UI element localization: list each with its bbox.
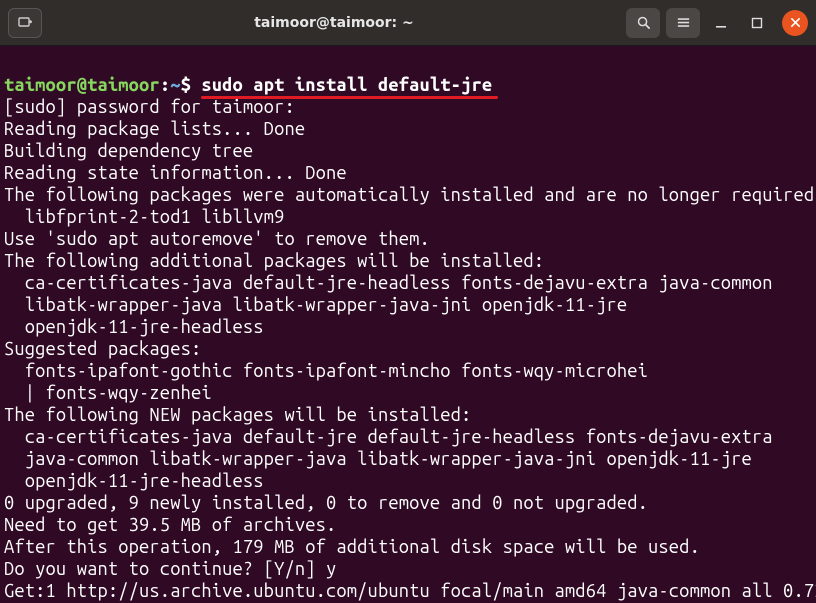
output-line: ca-certificates-java default-jre-headles… (4, 273, 773, 293)
prompt-user-host: taimoor@taimoor (4, 75, 160, 95)
terminal-viewport[interactable]: taimoor@taimoor:~$ sudo apt install defa… (0, 46, 816, 603)
output-line: The following additional packages will b… (4, 251, 544, 271)
prompt-colon: : (160, 75, 170, 95)
output-line: The following NEW packages will be insta… (4, 405, 471, 425)
hamburger-icon (676, 15, 691, 30)
minimize-button[interactable] (706, 8, 736, 38)
output-line: Use 'sudo apt autoremove' to remove them… (4, 229, 430, 249)
maximize-icon (751, 17, 763, 29)
output-line: | fonts-wqy-zenhei (4, 383, 212, 403)
window-controls (626, 8, 808, 38)
output-line: Get:1 http://us.archive.ubuntu.com/ubunt… (4, 581, 816, 601)
window-title: taimoor@taimoor: ~ (42, 15, 626, 31)
close-icon (790, 17, 801, 28)
new-tab-icon (17, 15, 33, 31)
search-icon (636, 15, 651, 30)
output-line: Do you want to continue? [Y/n] y (4, 559, 336, 579)
output-line: Need to get 39.5 MB of archives. (4, 515, 336, 535)
new-tab-button[interactable] (8, 8, 42, 38)
output-line: Building dependency tree (4, 141, 253, 161)
output-line: Reading state information... Done (4, 163, 347, 183)
command-text: sudo apt install default-jre (201, 75, 492, 95)
output-line: After this operation, 179 MB of addition… (4, 537, 700, 557)
output-line: libatk-wrapper-java libatk-wrapper-java-… (4, 295, 627, 315)
annotation-underline (201, 96, 498, 99)
maximize-button[interactable] (742, 8, 772, 38)
output-line: Reading package lists... Done (4, 119, 305, 139)
output-line: java-common libatk-wrapper-java libatk-w… (4, 449, 752, 469)
output-line: [sudo] password for taimoor: (4, 97, 295, 117)
prompt-dollar: $ (181, 75, 191, 95)
output-line: openjdk-11-jre-headless (4, 471, 264, 491)
output-line: fonts-ipafont-gothic fonts-ipafont-minch… (4, 361, 648, 381)
output-line: The following packages were automaticall… (4, 185, 816, 205)
output-line: Suggested packages: (4, 339, 201, 359)
minimize-icon (715, 17, 727, 29)
output-line: openjdk-11-jre-headless (4, 317, 264, 337)
prompt-path: ~ (170, 75, 180, 95)
titlebar: taimoor@taimoor: ~ (0, 0, 816, 46)
close-button[interactable] (782, 10, 808, 36)
output-line: 0 upgraded, 9 newly installed, 0 to remo… (4, 493, 648, 513)
menu-button[interactable] (666, 8, 700, 38)
search-button[interactable] (626, 8, 660, 38)
output-line: ca-certificates-java default-jre default… (4, 427, 773, 447)
output-line: libfprint-2-tod1 libllvm9 (4, 207, 284, 227)
